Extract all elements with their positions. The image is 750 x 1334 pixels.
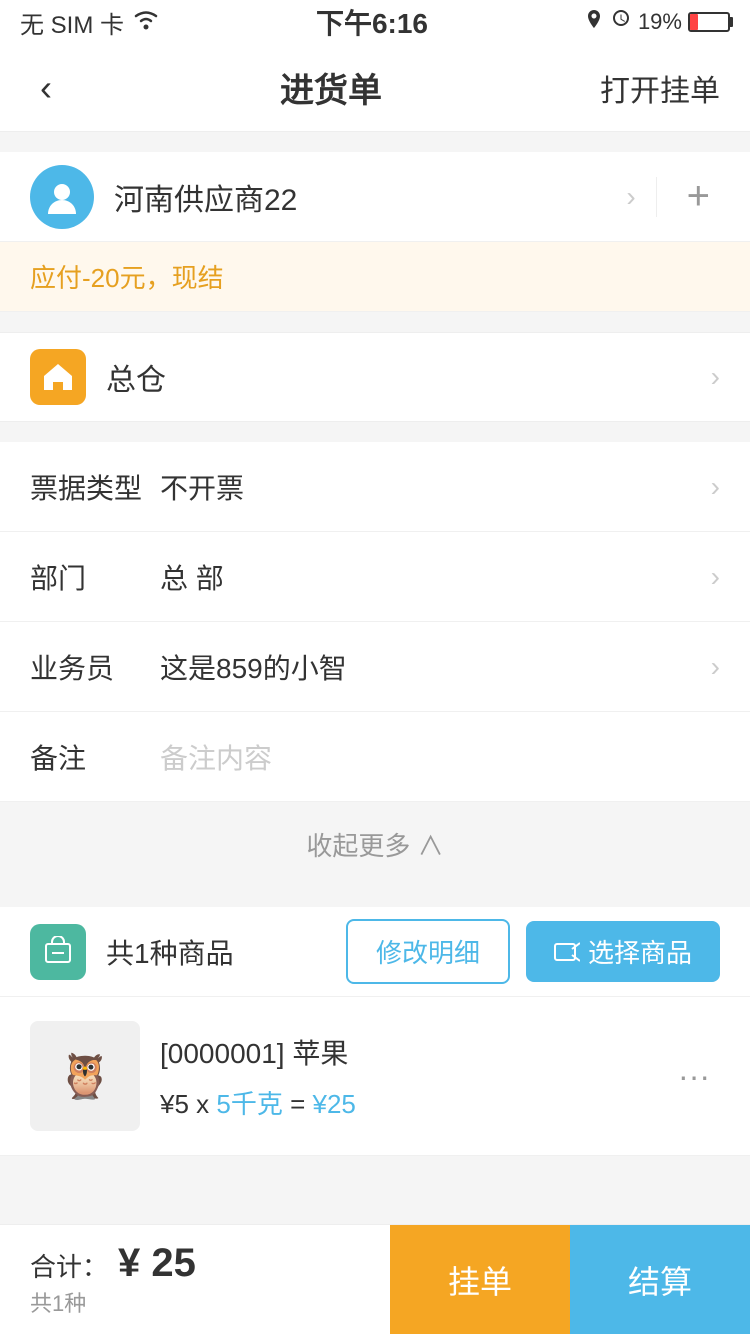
department-chevron-icon: › <box>711 561 720 593</box>
product-code: [0000001] <box>160 1038 292 1069</box>
product-count-icon <box>30 924 86 980</box>
product-header: 共1种商品 修改明细 选择商品 <box>0 907 750 997</box>
total-line: 合计： ¥ 25 <box>30 1241 360 1286</box>
supplier-avatar <box>30 165 94 229</box>
edit-detail-button[interactable]: 修改明细 <box>346 919 510 984</box>
department-value: 总 部 <box>160 557 711 597</box>
total-label: 合计： <box>30 1247 108 1284</box>
remark-label: 备注 <box>30 737 160 777</box>
warehouse-name: 总仓 <box>106 355 711 399</box>
product-thumbnail: 🦉 <box>30 1021 140 1131</box>
form-row-invoice[interactable]: 票据类型 不开票 › <box>0 442 750 532</box>
supplier-name: 河南供应商22 <box>114 175 626 219</box>
suspend-button[interactable]: 挂单 <box>390 1225 570 1334</box>
form-row-remark[interactable]: 备注 备注内容 <box>0 712 750 802</box>
battery-percent: 19% <box>638 9 682 35</box>
section-divider-2 <box>0 312 750 332</box>
total-amount: ¥ 25 <box>118 1241 196 1286</box>
collapse-label: 收起更多 ∧ <box>306 826 443 863</box>
section-divider-1 <box>0 132 750 152</box>
invoice-label: 票据类型 <box>30 467 160 507</box>
unit-price: ¥5 x <box>160 1089 216 1119</box>
owl-icon: 🦉 <box>58 1050 113 1102</box>
form-row-department[interactable]: 部门 总 部 › <box>0 532 750 622</box>
product-item: 🦉 [0000001] 苹果 ¥5 x 5千克 = ¥25 ··· <box>0 997 750 1156</box>
salesperson-chevron-icon: › <box>711 651 720 683</box>
supplier-row[interactable]: 河南供应商22 › + <box>0 152 750 242</box>
supplier-info-banner: 应付-20元，现结 <box>0 242 750 312</box>
product-section: 共1种商品 修改明细 选择商品 🦉 [0000001] 苹果 ¥5 x 5千克 … <box>0 907 750 1156</box>
checkout-button[interactable]: 结算 <box>570 1225 750 1334</box>
product-title: 苹果 <box>292 1038 348 1069</box>
wifi-icon <box>132 8 160 37</box>
open-pending-button[interactable]: 打开挂单 <box>600 66 720 110</box>
form-section: 票据类型 不开票 › 部门 总 部 › 业务员 这是859的小智 › 备注 备注… <box>0 442 750 802</box>
warehouse-row[interactable]: 总仓 › <box>0 332 750 422</box>
vertical-divider <box>656 177 657 217</box>
bottom-total: 合计： ¥ 25 共1种 <box>0 1225 390 1334</box>
product-price: ¥5 x 5千克 = ¥25 <box>160 1084 668 1121</box>
select-product-button[interactable]: 选择商品 <box>526 921 720 982</box>
status-right: 19% <box>584 8 730 36</box>
salesperson-label: 业务员 <box>30 647 160 687</box>
product-info: [0000001] 苹果 ¥5 x 5千克 = ¥25 <box>160 1032 668 1121</box>
bottom-bar: 合计： ¥ 25 共1种 挂单 结算 <box>0 1224 750 1334</box>
select-product-label: 选择商品 <box>588 933 692 970</box>
remark-placeholder: 备注内容 <box>160 737 720 777</box>
warehouse-icon <box>30 349 86 405</box>
time-display: 下午6:16 <box>316 2 428 42</box>
page-title: 进货单 <box>280 63 382 112</box>
nav-bar: ‹ 进货单 打开挂单 <box>0 44 750 132</box>
product-more-button[interactable]: ··· <box>668 1048 720 1105</box>
add-supplier-button[interactable]: + <box>677 164 720 229</box>
product-name: [0000001] 苹果 <box>160 1032 668 1072</box>
supplier-section: 河南供应商22 › + 应付-20元，现结 <box>0 152 750 312</box>
invoice-chevron-icon: › <box>711 471 720 503</box>
salesperson-value: 这是859的小智 <box>160 647 711 687</box>
status-left: 无 SIM 卡 <box>20 5 160 40</box>
product-qty: 5千克 <box>216 1089 282 1119</box>
invoice-value: 不开票 <box>160 467 711 507</box>
status-bar: 无 SIM 卡 下午6:16 19% <box>0 0 750 44</box>
department-label: 部门 <box>30 557 160 597</box>
total-count: 共1种 <box>30 1286 360 1318</box>
supplier-chevron-icon: › <box>626 181 635 213</box>
collapse-button[interactable]: 收起更多 ∧ <box>0 802 750 887</box>
product-count-text: 共1种商品 <box>106 932 346 972</box>
location-icon <box>584 8 604 36</box>
equals-sign: = <box>290 1089 312 1119</box>
back-button[interactable]: ‹ <box>30 57 62 119</box>
alarm-icon <box>610 8 632 36</box>
carrier-text: 无 SIM 卡 <box>20 5 124 40</box>
battery-icon <box>688 12 730 32</box>
warehouse-chevron-icon: › <box>711 361 720 393</box>
form-row-salesperson[interactable]: 业务员 这是859的小智 › <box>0 622 750 712</box>
product-total: ¥25 <box>313 1089 356 1119</box>
